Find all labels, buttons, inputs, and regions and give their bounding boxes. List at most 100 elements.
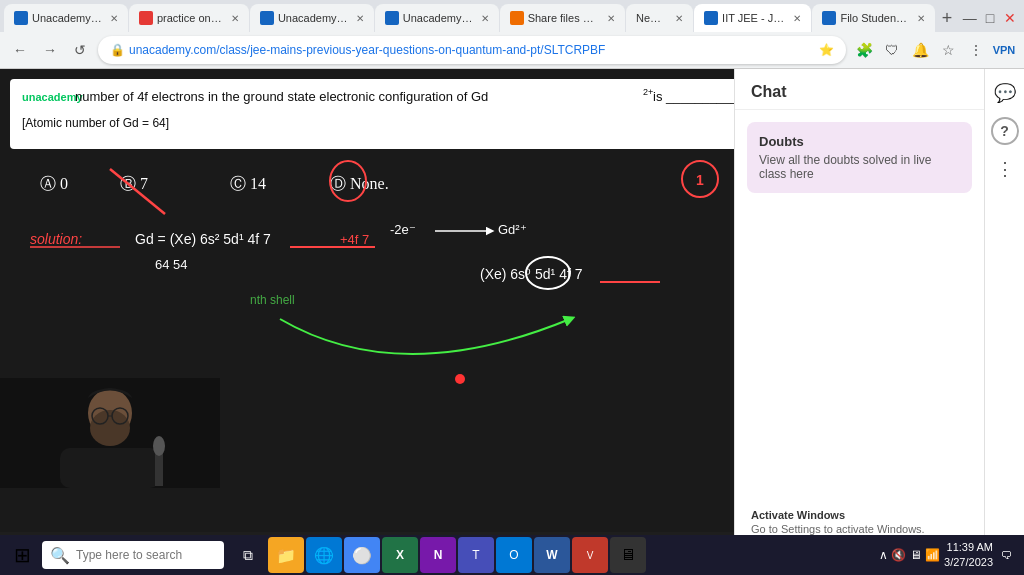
taskbar-vpn[interactable]: V xyxy=(572,537,608,573)
tab-close-1[interactable]: ✕ xyxy=(110,13,118,24)
svg-rect-31 xyxy=(60,448,160,488)
chat-title: Chat xyxy=(751,83,787,101)
tab-7[interactable]: IIT JEE - JEE M... ✕ xyxy=(694,4,811,32)
new-tab-button[interactable]: + xyxy=(936,4,958,32)
tab-favicon-7 xyxy=(704,11,718,25)
search-magnifier-icon: 🔍 xyxy=(50,546,70,565)
taskbar-outlook[interactable]: O xyxy=(496,537,532,573)
svg-text:[Atomic number of Gd = 64]: [Atomic number of Gd = 64] xyxy=(22,116,169,130)
svg-text:nth shell: nth shell xyxy=(250,293,295,307)
tab-favicon-2 xyxy=(139,11,153,25)
tab-close-5[interactable]: ✕ xyxy=(607,13,615,24)
video-canvas: unacademy number of 4f electrons in the … xyxy=(0,69,734,532)
back-button[interactable]: ← xyxy=(8,38,32,62)
minimize-button[interactable]: — xyxy=(960,6,979,30)
svg-text:number of 4f electrons in the : number of 4f electrons in the ground sta… xyxy=(75,89,488,104)
taskbar-word[interactable]: W xyxy=(534,537,570,573)
tab-label-7: IIT JEE - JEE M... xyxy=(722,12,785,24)
tab-favicon-4 xyxy=(385,11,399,25)
doubts-card[interactable]: Doubts View all the doubts solved in liv… xyxy=(747,122,972,193)
chat-sidebar-icon[interactable]: 💬 xyxy=(989,77,1021,109)
notification-icon[interactable]: 🔔 xyxy=(908,38,932,62)
tab-label-8: Filo Student: Wor... xyxy=(840,12,908,24)
vpn-icon[interactable]: VPN xyxy=(992,38,1016,62)
taskbar-chrome[interactable]: ⚪ xyxy=(344,537,380,573)
tab-close-3[interactable]: ✕ xyxy=(356,13,364,24)
tab-label-2: practice on perio... xyxy=(157,12,223,24)
tab-5[interactable]: Share files private... ✕ xyxy=(500,4,625,32)
taskview-button[interactable]: ⧉ xyxy=(230,537,266,573)
shield-icon[interactable]: 🛡 xyxy=(880,38,904,62)
tab-6[interactable]: New Tab ✕ xyxy=(626,4,693,32)
forward-button[interactable]: → xyxy=(38,38,62,62)
tab-1[interactable]: Unacademy - Indi... ✕ xyxy=(4,4,128,32)
doubts-sidebar-icon[interactable]: ? xyxy=(991,117,1019,145)
tab-favicon-1 xyxy=(14,11,28,25)
tab-3[interactable]: Unacademy - Indi... ✕ xyxy=(250,4,374,32)
extensions-icon[interactable]: 🧩 xyxy=(852,38,876,62)
svg-text:is ___________: is ___________ xyxy=(653,89,734,104)
menu-icon[interactable]: ⋮ xyxy=(964,38,988,62)
presenter-svg xyxy=(0,378,220,488)
taskbar-file-explorer[interactable]: 📁 xyxy=(268,537,304,573)
bookmark-icon[interactable]: ☆ xyxy=(936,38,960,62)
svg-point-27 xyxy=(455,374,465,384)
svg-text:1: 1 xyxy=(696,172,704,188)
svg-text:64      54: 64 54 xyxy=(155,257,188,272)
tab-label-3: Unacademy - Indi... xyxy=(278,12,348,24)
chat-header: Chat xyxy=(735,69,984,110)
presenter-box xyxy=(0,378,220,488)
chat-empty-space xyxy=(735,205,984,497)
svg-text:Ⓒ  14: Ⓒ 14 xyxy=(230,175,266,192)
taskbar-search-box[interactable]: 🔍 xyxy=(42,541,224,569)
taskbar-edge[interactable]: 🌐 xyxy=(306,537,342,573)
taskbar: ⊞ 🔍 ⧉ 📁 🌐 ⚪ X N T O W V 🖥 ∧ 🔇 🖥 📶 11:39 … xyxy=(0,535,1024,575)
address-bar: ← → ↺ 🔒 unacademy.com/class/jee-mains-pr… xyxy=(0,32,1024,68)
svg-point-36 xyxy=(153,436,165,456)
system-clock[interactable]: 11:39 AM 3/27/2023 xyxy=(944,540,993,571)
tab-close-7[interactable]: ✕ xyxy=(793,13,801,24)
tab-2[interactable]: practice on perio... ✕ xyxy=(129,4,249,32)
taskbar-teams[interactable]: T xyxy=(458,537,494,573)
maximize-button[interactable]: □ xyxy=(980,6,999,30)
tab-favicon-8 xyxy=(822,11,836,25)
tab-bar: Unacademy - Indi... ✕ practice on perio.… xyxy=(0,0,1024,32)
tab-label-4: Unacademy - Indi... xyxy=(403,12,473,24)
activate-desc: Go to Settings to activate Windows. xyxy=(751,523,968,535)
clock-date: 3/27/2023 xyxy=(944,555,993,570)
svg-text:2+: 2+ xyxy=(643,87,653,97)
tab-close-8[interactable]: ✕ xyxy=(917,13,925,24)
url-bar[interactable]: 🔒 unacademy.com/class/jee-mains-previous… xyxy=(98,36,846,64)
system-tray: ∧ 🔇 🖥 📶 11:39 AM 3/27/2023 🗨 xyxy=(871,540,1020,571)
taskbar-app2[interactable]: 🖥 xyxy=(610,537,646,573)
taskbar-onenote[interactable]: N xyxy=(420,537,456,573)
svg-text:Gd  =  (Xe) 6s²  5d¹   4f 7: Gd = (Xe) 6s² 5d¹ 4f 7 xyxy=(135,231,271,247)
activate-title: Activate Windows xyxy=(751,509,968,521)
svg-text:-2e⁻: -2e⁻ xyxy=(390,222,416,237)
tab-close-6[interactable]: ✕ xyxy=(675,13,683,24)
chat-panel: Chat Doubts View all the doubts solved i… xyxy=(734,69,984,575)
svg-point-30 xyxy=(90,410,130,446)
tab-close-4[interactable]: ✕ xyxy=(481,13,489,24)
tab-8[interactable]: Filo Student: Wor... ✕ xyxy=(812,4,934,32)
browser-chrome: Unacademy - Indi... ✕ practice on perio.… xyxy=(0,0,1024,69)
svg-text:Gd²⁺: Gd²⁺ xyxy=(498,222,527,237)
right-panel: Chat Doubts View all the doubts solved i… xyxy=(734,69,1024,575)
tab-label-6: New Tab xyxy=(636,12,667,24)
clock-time: 11:39 AM xyxy=(944,540,993,555)
reload-button[interactable]: ↺ xyxy=(68,38,92,62)
tab-4[interactable]: Unacademy - Indi... ✕ xyxy=(375,4,499,32)
tab-favicon-3 xyxy=(260,11,274,25)
tab-close-2[interactable]: ✕ xyxy=(231,13,239,24)
close-button[interactable]: ✕ xyxy=(1001,6,1020,30)
taskbar-search-input[interactable] xyxy=(76,548,216,562)
taskbar-excel[interactable]: X xyxy=(382,537,418,573)
notification-center-icon[interactable]: 🗨 xyxy=(1001,549,1012,561)
more-sidebar-icon[interactable]: ⋮ xyxy=(989,153,1021,185)
start-button[interactable]: ⊞ xyxy=(4,537,40,573)
svg-text:+4f 7: +4f 7 xyxy=(340,232,369,247)
url-text: unacademy.com/class/jee-mains-previous-y… xyxy=(129,43,813,57)
tray-icons: ∧ 🔇 🖥 📶 xyxy=(879,548,940,562)
chat-icons-sidebar: 💬 ? ⋮ xyxy=(984,69,1024,575)
toolbar-icons: 🧩 🛡 🔔 ☆ ⋮ VPN xyxy=(852,38,1016,62)
